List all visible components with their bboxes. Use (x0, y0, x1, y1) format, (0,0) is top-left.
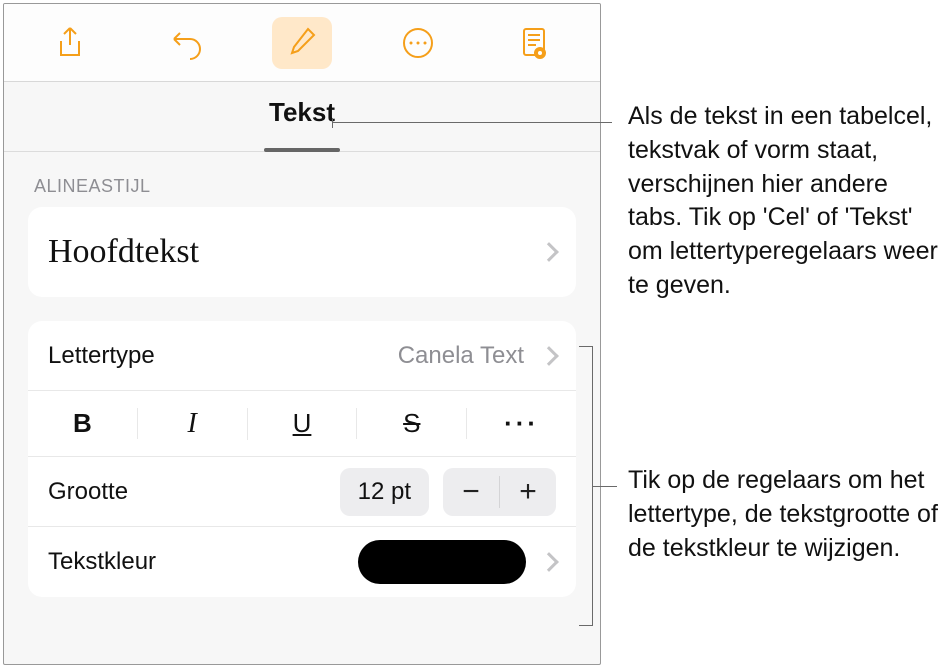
size-row: Grootte 12 pt − + (28, 457, 576, 527)
strikethrough-button[interactable]: S (357, 408, 467, 439)
text-color-label: Tekstkleur (48, 548, 156, 576)
text-style-row: B I U S ··· (28, 391, 576, 457)
color-swatch[interactable] (358, 540, 526, 584)
paragraph-style-name: Hoofdtekst (48, 233, 199, 271)
paragraph-style-row[interactable]: Hoofdtekst (28, 207, 576, 297)
text-color-row[interactable]: Tekstkleur (28, 527, 576, 597)
font-card: Lettertype Canela Text B I U S ··· Groot… (28, 321, 576, 597)
chevron-right-icon (539, 242, 559, 262)
increase-size-button[interactable]: + (500, 468, 556, 516)
font-label: Lettertype (48, 342, 155, 370)
tab-header: Tekst (4, 82, 600, 152)
more-button[interactable] (388, 17, 448, 69)
insert-page-icon (516, 25, 552, 61)
decrease-size-button[interactable]: − (443, 468, 499, 516)
size-stepper: − + (443, 468, 556, 516)
format-button[interactable] (272, 17, 332, 69)
size-value[interactable]: 12 pt (340, 468, 429, 516)
more-text-styles-button[interactable]: ··· (467, 408, 576, 439)
paragraph-style-card: Hoofdtekst (28, 207, 576, 297)
callout-lead-2 (593, 486, 617, 487)
size-label: Grootte (48, 478, 128, 506)
chevron-right-icon (539, 346, 559, 366)
chevron-right-icon (539, 552, 559, 572)
tab-tekst[interactable]: Tekst (269, 97, 335, 136)
italic-button[interactable]: I (138, 408, 248, 440)
more-icon (400, 25, 436, 61)
font-value: Canela Text (398, 342, 524, 370)
callout-bracket (579, 346, 593, 626)
undo-icon (168, 25, 204, 61)
callout-controls: Tik op de regelaars om het lettertype, d… (628, 464, 944, 565)
share-button[interactable] (40, 17, 100, 69)
toolbar (4, 4, 600, 82)
underline-button[interactable]: U (248, 408, 358, 439)
font-row[interactable]: Lettertype Canela Text (28, 321, 576, 391)
callout-lead-1 (332, 122, 612, 123)
bold-button[interactable]: B (28, 408, 138, 439)
undo-button[interactable] (156, 17, 216, 69)
format-panel: Tekst ALINEASTIJL Hoofdtekst Lettertype … (3, 3, 601, 665)
paragraph-style-label: ALINEASTIJL (4, 152, 600, 207)
reader-button[interactable] (504, 17, 564, 69)
brush-icon (284, 25, 320, 61)
callout-tabs: Als de tekst in een tabelcel, tekstvak o… (628, 100, 944, 303)
tab-underline (264, 148, 340, 152)
share-icon (52, 25, 88, 61)
